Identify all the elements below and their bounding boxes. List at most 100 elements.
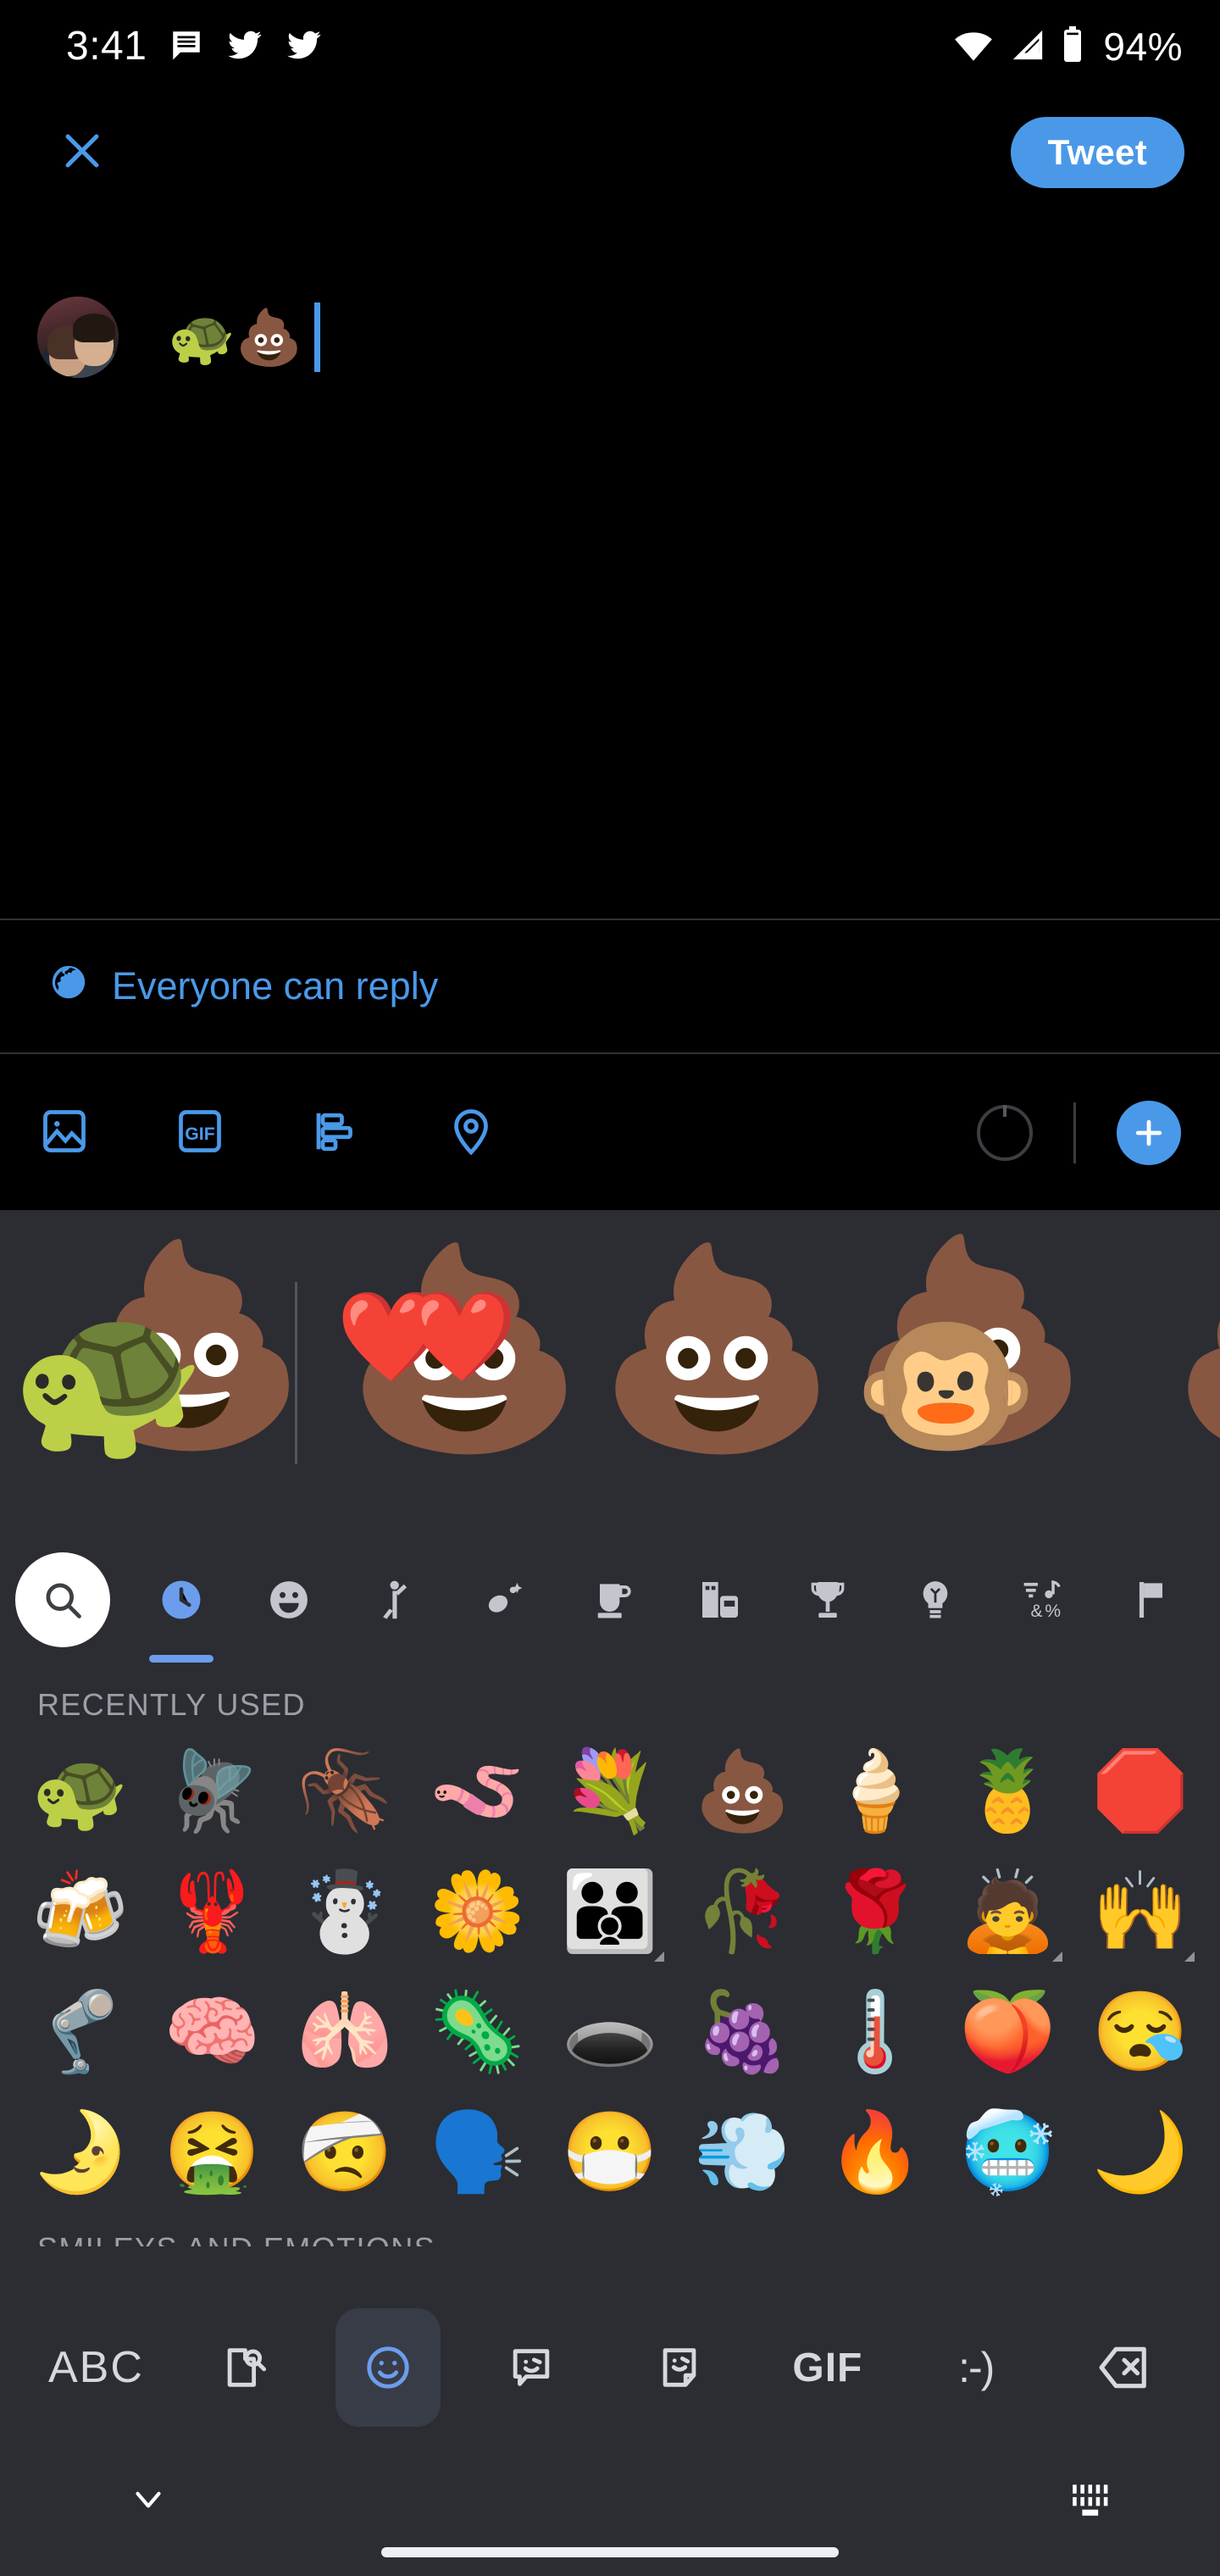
twitter-bird-icon	[226, 27, 263, 67]
svg-text:&: &	[1031, 1602, 1043, 1621]
emoji-key[interactable]	[335, 2308, 441, 2427]
emoji-mechanical-leg[interactable]: 🦿	[14, 1972, 146, 2092]
emoji-rose[interactable]: 🌹	[809, 1852, 941, 1972]
poop-partial-sticker: 💩	[1075, 1250, 1220, 1496]
emoji-crescent-moon[interactable]: 🌙	[1074, 2092, 1206, 2212]
emoji-kitchen-suggestions: 💩 🐢 💩 ❤️ ❤️ 💩 💩 🐵	[0, 1210, 1220, 1536]
emoji-dashing-away[interactable]: 💨	[676, 2092, 808, 2212]
emoji-category-food-drink[interactable]	[558, 1546, 666, 1654]
emoji-microbe[interactable]: 🦠	[411, 1972, 543, 2092]
emoji-snowman[interactable]: ☃️	[279, 1852, 411, 1972]
sticker-bubble-key[interactable]	[458, 2308, 606, 2427]
emoji-face-with-medical-mask[interactable]: 😷	[544, 2092, 676, 2212]
emoji-category-symbols[interactable]: &%	[990, 1546, 1097, 1654]
emoji-kitchen-sticker[interactable]: 💩	[1072, 1246, 1220, 1501]
status-bar: 3:41 94%	[0, 0, 1220, 93]
emoji-category-activities[interactable]	[774, 1546, 881, 1654]
emoji-kitchen-sticker[interactable]: 💩 🐵	[819, 1241, 1090, 1501]
emoji-worm[interactable]: 🪱	[411, 1731, 543, 1852]
emoji-blossom[interactable]: 🌼	[411, 1852, 543, 1972]
keyboard-switch-button[interactable]	[1069, 2479, 1112, 2524]
emoji-hole[interactable]: 🕳️	[544, 1972, 676, 2092]
emoji-bouquet[interactable]: 💐	[544, 1731, 676, 1852]
emoji-sleepy-face[interactable]: 😪	[1074, 1972, 1206, 2092]
dismiss-keyboard-button[interactable]	[127, 2478, 169, 2524]
emoji-face-with-head-bandage[interactable]: 🤕	[279, 2092, 411, 2212]
emoji-glyph: 🙌	[1091, 1868, 1189, 1955]
emoticon-key[interactable]: :-)	[901, 2308, 1050, 2427]
search-page-key[interactable]	[170, 2308, 319, 2427]
abc-key[interactable]: ABC	[22, 2308, 170, 2427]
text-cursor	[314, 303, 321, 372]
emoji-category-travel-places[interactable]	[666, 1546, 774, 1654]
emoji-glyph: 🙇	[959, 1868, 1056, 1955]
emoji-fire[interactable]: 🔥	[809, 2092, 941, 2212]
emoji-kitchen-sticker[interactable]: 💩 🐢	[10, 1235, 309, 1501]
emoji-category-people[interactable]	[342, 1546, 450, 1654]
emoji-kitchen-sticker[interactable]: 💩	[567, 1246, 838, 1501]
turtle-poop-sticker: 💩 🐢	[10, 1235, 309, 1466]
status-bar-left: 3:41	[66, 26, 323, 67]
emoji-vomiting-face[interactable]: 🤮	[146, 2092, 278, 2212]
tweet-text-input[interactable]: 🐢💩	[168, 297, 321, 378]
compose-toolbar: GIF	[0, 1056, 1220, 1210]
emoji-grapes[interactable]: 🍇	[676, 1972, 808, 2092]
emoji-lobster[interactable]: 🦞	[146, 1852, 278, 1972]
active-tab-underline	[148, 1655, 214, 1663]
emoji-wilted-flower[interactable]: 🥀	[676, 1852, 808, 1972]
sticker-key[interactable]	[606, 2308, 754, 2427]
keyboard-bottom-toolbar: ABC GIF:-)	[0, 2295, 1220, 2440]
close-button[interactable]	[51, 121, 114, 184]
variant-indicator	[654, 1951, 665, 1962]
media-icon[interactable]	[39, 1106, 90, 1161]
tweet-button[interactable]: Tweet	[1010, 117, 1184, 188]
reply-settings-button[interactable]: Everyone can reply	[0, 919, 1220, 1054]
emoji-row: 🦿 🧠 🫁 🦠 🕳️ 🍇 🌡️ 🍑 😪	[14, 1972, 1206, 2092]
emoji-pile-of-poo[interactable]: 💩	[676, 1731, 808, 1852]
emoji-thermometer[interactable]: 🌡️	[809, 1972, 941, 2092]
backspace-key[interactable]	[1050, 2308, 1198, 2427]
toolbar-divider	[1073, 1102, 1076, 1163]
emoji-raising-hands[interactable]: 🙌	[1074, 1852, 1206, 1972]
svg-text:%: %	[1045, 1602, 1062, 1621]
emoji-stop-sign[interactable]: 🛑	[1074, 1731, 1206, 1852]
add-tweet-button[interactable]	[1117, 1101, 1181, 1165]
globe-icon	[49, 963, 88, 1011]
emoji-kitchen-sticker[interactable]: 💩 ❤️ ❤️	[314, 1246, 585, 1501]
emoji-category-recent[interactable]	[127, 1546, 235, 1663]
emoji-category-objects[interactable]	[881, 1546, 989, 1654]
emoji-speaking-head[interactable]: 🗣️	[411, 2092, 543, 2212]
emoji-grid: RECENTLY USED 🐢 🪰 🪳 🪱 💐 💩 🍦 🍍 🛑 🍻 🦞 ☃️ 🌼…	[0, 1663, 1220, 2246]
home-indicator[interactable]	[381, 2547, 839, 2557]
emoji-category-smileys[interactable]	[235, 1546, 342, 1654]
cellular-signal-icon	[1008, 27, 1047, 67]
gif-icon[interactable]: GIF	[175, 1106, 225, 1161]
emoji-peach[interactable]: 🍑	[941, 1972, 1073, 2092]
character-counter	[977, 1105, 1033, 1161]
emoji-row: 🍻 🦞 ☃️ 🌼 👪 🥀 🌹 🙇 🙌	[14, 1852, 1206, 1972]
emoji-cold-face[interactable]: 🥶	[941, 2092, 1073, 2212]
gif-key[interactable]: GIF	[753, 2308, 901, 2427]
avatar[interactable]	[37, 297, 119, 378]
emoji-turtle[interactable]: 🐢	[14, 1731, 146, 1852]
status-bar-clock: 3:41	[66, 24, 147, 69]
emoji-row: 🐢 🪰 🪳 🪱 💐 💩 🍦 🍍 🛑	[14, 1731, 1206, 1852]
emoji-row: 🌛 🤮 🤕 🗣️ 😷 💨 🔥 🥶 🌙	[14, 2092, 1206, 2212]
emoji-person-bowing[interactable]: 🙇	[941, 1852, 1073, 1972]
poll-icon[interactable]	[310, 1106, 361, 1161]
section-header-smileys-and-emotions: SMILEYS AND EMOTIONS	[14, 2212, 1206, 2246]
twitter-compose-screen: 3:41 94% Tweet 🐢💩 Everyone can reply GIF…	[0, 0, 1220, 2576]
location-icon[interactable]	[446, 1106, 496, 1161]
emoji-first-quarter-moon-face[interactable]: 🌛	[14, 2092, 146, 2212]
emoji-clinking-beer-mugs[interactable]: 🍻	[14, 1852, 146, 1972]
emoji-brain[interactable]: 🧠	[146, 1972, 278, 2092]
emoji-family[interactable]: 👪	[544, 1852, 676, 1972]
emoji-lungs[interactable]: 🫁	[279, 1972, 411, 2092]
emoji-category-animals-nature[interactable]	[451, 1546, 558, 1654]
emoji-pineapple[interactable]: 🍍	[941, 1731, 1073, 1852]
emoji-soft-ice-cream[interactable]: 🍦	[809, 1731, 941, 1852]
emoji-category-flags[interactable]	[1097, 1546, 1205, 1654]
emoji-search-button[interactable]	[15, 1552, 110, 1647]
emoji-cockroach[interactable]: 🪳	[279, 1731, 411, 1852]
emoji-fly[interactable]: 🪰	[146, 1731, 278, 1852]
